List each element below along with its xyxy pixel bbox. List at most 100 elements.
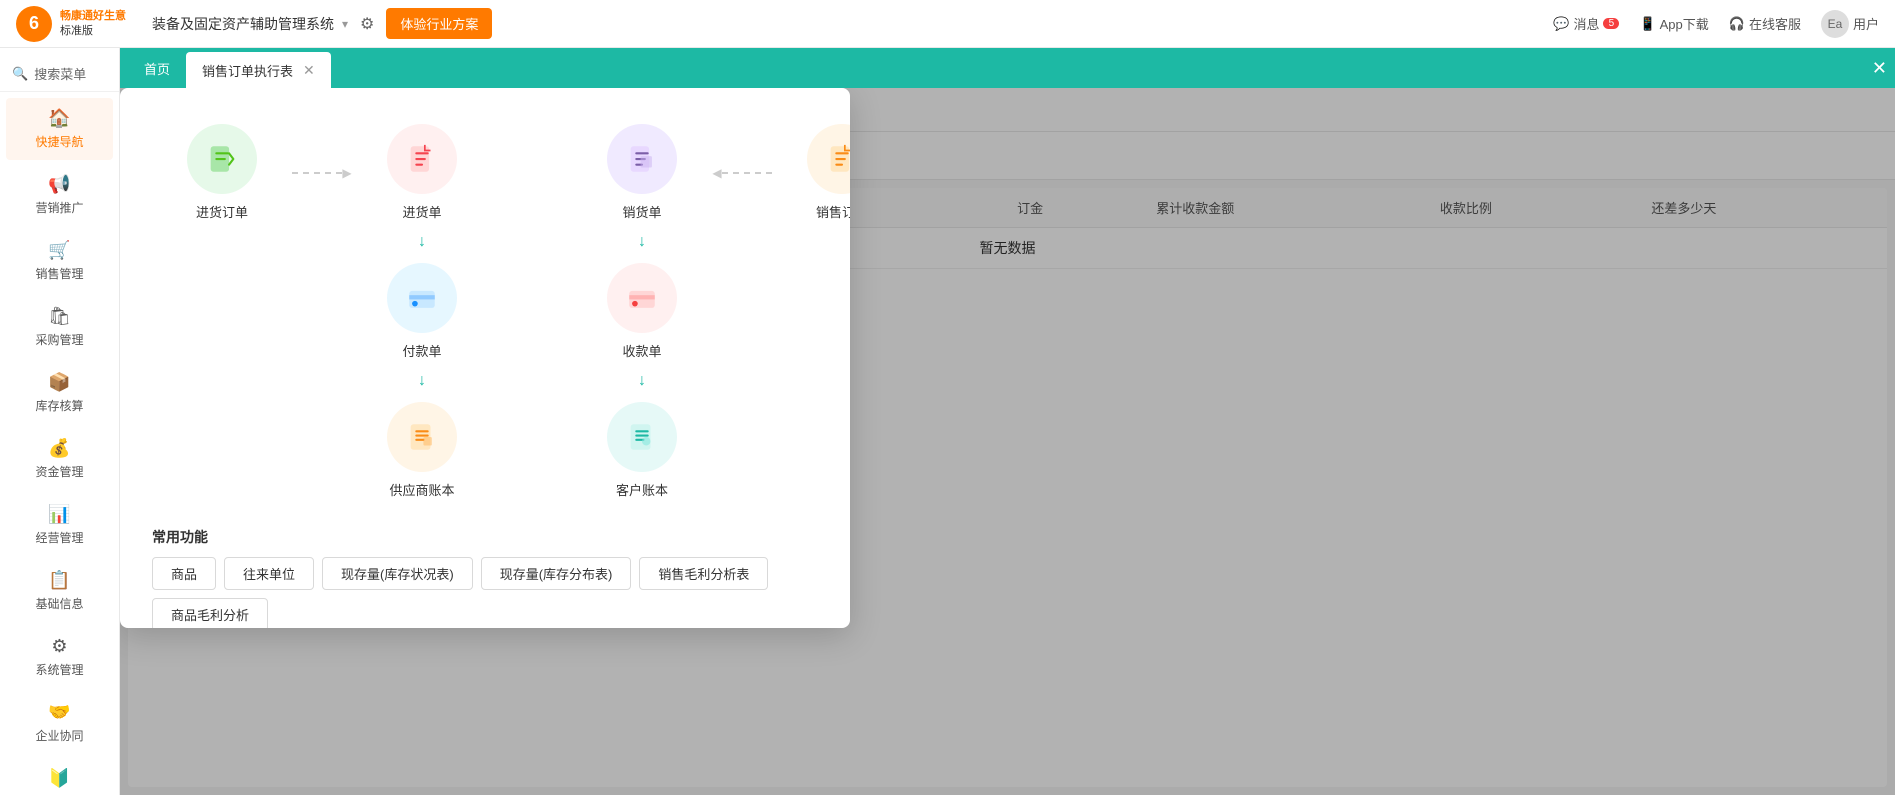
popup-box: 进货订单 ▶ 进货单 — [120, 88, 850, 628]
sidebar-item-system[interactable]: ⚙ 系统管理 — [6, 626, 113, 688]
customer-ledger-icon — [607, 402, 677, 472]
payment-bill-icon — [387, 263, 457, 333]
tab-home-label: 首页 — [144, 59, 170, 78]
sales-icon: 🛒 — [48, 240, 70, 261]
arrow-sales-order-to-bill: ◀ — [712, 166, 771, 180]
purchase-icon: 🛍 — [48, 306, 71, 327]
tab-bar: 首页 销售订单执行表 ✕ ✕ — [120, 48, 1895, 88]
tab-sales-order-exec[interactable]: 销售订单执行表 ✕ — [186, 52, 331, 88]
sidebar-item-guide[interactable]: 🔰 新手引导 — [6, 758, 113, 795]
sidebar-item-sales[interactable]: 🛒 销售管理 — [6, 230, 113, 292]
message-label: 消息 — [1573, 14, 1599, 33]
receipt-bill-icon — [607, 263, 677, 333]
logo-line2: 标准版 — [60, 24, 126, 38]
system-title-area: 装备及固定资产辅助管理系统 ▾ ⚙ — [152, 14, 374, 34]
sidebar-item-base-info[interactable]: 📋 基础信息 — [6, 560, 113, 622]
page-content: ❓ 帮助 🖨 按模板打印 ▾ 📤 导出 ▾ 🔄 刷新 — [120, 88, 1895, 795]
sidebar: 🔍 搜索菜单 🏠 快捷导航 📢 营销推广 🛒 销售管理 🛍 采购管理 📦 库存核… — [0, 48, 120, 795]
sidebar-label-marketing: 营销推广 — [35, 199, 83, 216]
sales-order-icon — [807, 124, 850, 194]
func-btn-sales-gross[interactable]: 销售毛利分析表 — [639, 557, 768, 590]
system-title: 装备及固定资产辅助管理系统 — [152, 14, 334, 34]
enterprise-icon: 🤝 — [48, 702, 70, 723]
logo-text: 畅康通好生意 标准版 — [60, 9, 126, 38]
sidebar-label-base-info: 基础信息 — [35, 595, 83, 612]
app-download-item[interactable]: 📱 App下载 — [1639, 14, 1708, 33]
sidebar-item-marketing[interactable]: 📢 营销推广 — [6, 164, 113, 226]
user-abbr: Ea — [1828, 17, 1843, 31]
settings-icon[interactable]: ⚙ — [360, 14, 374, 34]
inventory-icon: 📦 — [48, 372, 70, 393]
user-item[interactable]: Ea 用户 — [1821, 10, 1879, 38]
flow-node-sales-bill[interactable]: 销货单 — [599, 112, 685, 233]
sidebar-item-operation[interactable]: 📊 经营管理 — [6, 494, 113, 556]
func-btn-partners[interactable]: 往来单位 — [224, 557, 314, 590]
supplier-ledger-icon — [387, 402, 457, 472]
marketing-icon: 📢 — [48, 174, 70, 195]
online-service-item[interactable]: 🎧 在线客服 — [1729, 14, 1801, 33]
avatar: Ea — [1821, 10, 1849, 38]
func-btn-stock-status[interactable]: 现存量(库存状况表) — [322, 557, 473, 590]
supplier-ledger-label: 供应商账本 — [389, 480, 454, 499]
sidebar-label-quick-nav: 快捷导航 — [35, 133, 83, 150]
app-download-label: App下载 — [1660, 14, 1709, 33]
top-bar-right: 💬 消息 5 📱 App下载 🎧 在线客服 Ea 用户 — [1553, 10, 1879, 38]
payment-bill-label: 付款单 — [402, 341, 441, 360]
flow-node-purchase-order[interactable]: 进货订单 — [179, 112, 265, 233]
logo-icon: 6 — [16, 6, 52, 42]
tab-close-icon[interactable]: ✕ — [303, 62, 315, 79]
func-btn-product-gross[interactable]: 商品毛利分析 — [152, 598, 268, 628]
sales-order-label: 销售订单 — [816, 202, 850, 221]
logo-area: 6 畅康通好生意 标准版 — [16, 6, 136, 42]
sidebar-item-finance[interactable]: 💰 资金管理 — [6, 428, 113, 490]
user-label: 用户 — [1853, 14, 1879, 33]
sidebar-item-quick-nav[interactable]: 🏠 快捷导航 — [6, 98, 113, 160]
arrow-purchase-order-to-bill: ▶ — [292, 166, 351, 180]
sidebar-label-sales: 销售管理 — [35, 265, 83, 282]
top-bar: 6 畅康通好生意 标准版 装备及固定资产辅助管理系统 ▾ ⚙ 体验行业方案 💬 … — [0, 0, 1895, 48]
tab-home[interactable]: 首页 — [128, 48, 186, 88]
sales-bill-icon — [607, 124, 677, 194]
flow-node-supplier-ledger[interactable]: 供应商账本 — [379, 390, 465, 511]
flow-node-customer-ledger[interactable]: 客户账本 — [599, 390, 685, 511]
logo-line1: 畅康通好生意 — [60, 9, 126, 23]
flow-node-purchase-bill[interactable]: 进货单 — [379, 112, 465, 233]
purchase-bill-label: 进货单 — [402, 202, 441, 221]
flow-node-receipt-bill[interactable]: 收款单 — [599, 251, 685, 372]
home-icon: 🏠 — [48, 108, 70, 129]
finance-icon: 💰 — [48, 438, 70, 459]
search-menu-label: 搜索菜单 — [34, 64, 86, 83]
message-item[interactable]: 💬 消息 5 — [1553, 14, 1619, 33]
arrow-down-receipt: ↓ — [638, 372, 646, 390]
tab-bar-close-icon[interactable]: ✕ — [1872, 58, 1887, 79]
message-badge: 5 — [1603, 18, 1619, 29]
online-service-label: 在线客服 — [1749, 14, 1801, 33]
sidebar-item-purchase[interactable]: 🛍 采购管理 — [6, 296, 113, 358]
arrow-down-sales-bill: ↓ — [638, 233, 646, 251]
arrow-down-purchase-bill: ↓ — [418, 233, 426, 251]
receipt-bill-label: 收款单 — [622, 341, 661, 360]
sidebar-label-inventory: 库存核算 — [35, 397, 83, 414]
flow-node-payment-bill[interactable]: 付款单 — [379, 251, 465, 372]
guide-icon: 🔰 — [48, 768, 70, 789]
trial-button[interactable]: 体验行业方案 — [386, 8, 492, 39]
sidebar-label-system: 系统管理 — [35, 661, 83, 678]
search-menu-item[interactable]: 🔍 搜索菜单 — [0, 56, 119, 92]
base-info-icon: 📋 — [48, 570, 70, 591]
common-functions-title: 常用功能 — [152, 527, 818, 547]
sidebar-label-enterprise: 企业协同 — [35, 727, 83, 744]
sidebar-label-purchase: 采购管理 — [35, 331, 83, 348]
search-icon: 🔍 — [12, 66, 28, 82]
sidebar-item-enterprise[interactable]: 🤝 企业协同 — [6, 692, 113, 754]
flow-node-sales-order[interactable]: 销售订单 — [799, 112, 850, 233]
func-btn-stock-dist[interactable]: 现存量(库存分布表) — [481, 557, 632, 590]
purchase-bill-icon — [387, 124, 457, 194]
content-area: 首页 销售订单执行表 ✕ ✕ ❓ 帮助 🖨 按模板打印 ▾ — [120, 48, 1895, 795]
func-btn-product[interactable]: 商品 — [152, 557, 216, 590]
dropdown-arrow-icon[interactable]: ▾ — [342, 17, 348, 31]
common-functions: 常用功能 商品 往来单位 现存量(库存状况表) 现存量(库存分布表) 销售毛利分… — [152, 527, 818, 628]
tab-sales-order-label: 销售订单执行表 — [202, 61, 293, 80]
sidebar-item-inventory[interactable]: 📦 库存核算 — [6, 362, 113, 424]
main-layout: 🔍 搜索菜单 🏠 快捷导航 📢 营销推广 🛒 销售管理 🛍 采购管理 📦 库存核… — [0, 48, 1895, 795]
sidebar-label-operation: 经营管理 — [35, 529, 83, 546]
